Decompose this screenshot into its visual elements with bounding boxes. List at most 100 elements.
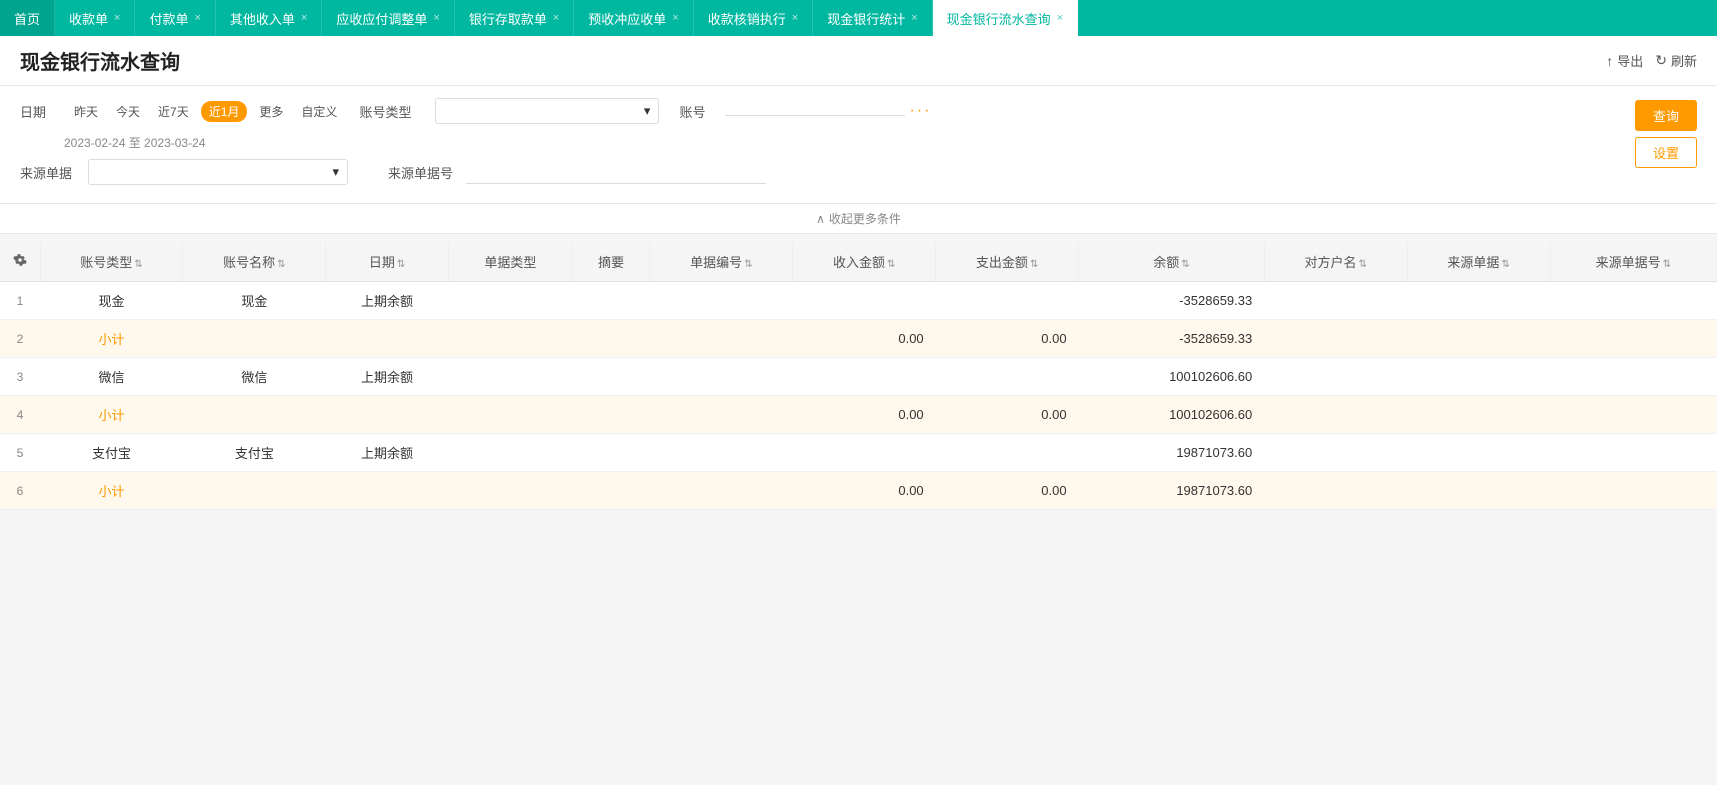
- cell-date: 上期余额: [326, 434, 448, 472]
- close-icon[interactable]: ×: [114, 12, 120, 24]
- col-source-doc-num[interactable]: 来源单据号⇅: [1550, 242, 1716, 282]
- nav-home[interactable]: 首页: [0, 0, 55, 36]
- nav-tab-其他收入单[interactable]: 其他收入单×: [216, 0, 322, 36]
- cell-expense: 0.00: [936, 320, 1079, 358]
- close-icon[interactable]: ×: [672, 12, 678, 24]
- cell-summary: [572, 396, 649, 434]
- col-settings[interactable]: [0, 242, 40, 282]
- date-yesterday[interactable]: 昨天: [68, 101, 104, 122]
- col-source-doc[interactable]: 来源单据⇅: [1407, 242, 1550, 282]
- date-today[interactable]: 今天: [110, 101, 146, 122]
- row-number: 5: [0, 434, 40, 472]
- cell-source-doc-num: [1550, 320, 1716, 358]
- nav-tab-付款单[interactable]: 付款单×: [135, 0, 215, 36]
- date-7days[interactable]: 近7天: [152, 101, 195, 122]
- source-doc-number-label: 来源单据号: [388, 163, 458, 182]
- cell-account-name: 现金: [183, 282, 326, 320]
- cell-income: [793, 358, 936, 396]
- nav-tab-银行存取款单[interactable]: 银行存取款单×: [455, 0, 574, 36]
- cell-counterpart: [1264, 358, 1407, 396]
- close-icon[interactable]: ×: [792, 12, 798, 24]
- nav-home-label: 首页: [14, 9, 40, 28]
- nav-tab-收款单[interactable]: 收款单×: [55, 0, 135, 36]
- nav-tab-应收应付调整单[interactable]: 应收应付调整单×: [322, 0, 454, 36]
- cell-expense: [936, 358, 1079, 396]
- account-type-label: 账号类型: [359, 102, 419, 121]
- close-icon[interactable]: ×: [433, 12, 439, 24]
- col-doc-number[interactable]: 单据编号⇅: [650, 242, 793, 282]
- account-input[interactable]: [725, 107, 905, 116]
- nav-tab-预收冲应收单[interactable]: 预收冲应收单×: [574, 0, 693, 36]
- collapse-label: 收起更多条件: [829, 210, 901, 227]
- cell-income: 0.00: [793, 396, 936, 434]
- table-header-row: 账号类型⇅ 账号名称⇅ 日期⇅ 单据类型 摘要 单据编号⇅ 收入金额⇅ 支出金额…: [0, 242, 1717, 282]
- cell-date: 上期余额: [326, 358, 448, 396]
- table-row: 5支付宝支付宝上期余额19871073.60: [0, 434, 1717, 472]
- cell-account-name: [183, 396, 326, 434]
- col-doc-type[interactable]: 单据类型: [448, 242, 572, 282]
- close-icon[interactable]: ×: [301, 12, 307, 24]
- cell-account-type: 现金: [40, 282, 183, 320]
- cell-doc-number: [650, 396, 793, 434]
- cell-summary: [572, 358, 649, 396]
- cell-balance: 100102606.60: [1079, 396, 1265, 434]
- cell-income: [793, 282, 936, 320]
- table-row: 1现金现金上期余额-3528659.33: [0, 282, 1717, 320]
- page-header: 现金银行流水查询 ↑ 导出 ↻ 刷新: [0, 36, 1717, 86]
- cell-balance: 19871073.60: [1079, 434, 1265, 472]
- col-expense[interactable]: 支出金额⇅: [936, 242, 1079, 282]
- settings-button[interactable]: 设置: [1635, 137, 1697, 168]
- cell-source-doc: [1407, 472, 1550, 510]
- cell-date: 上期余额: [326, 282, 448, 320]
- col-balance[interactable]: 余额⇅: [1079, 242, 1265, 282]
- cell-doc-number: [650, 434, 793, 472]
- chevron-down-icon: ▾: [332, 164, 339, 180]
- source-doc-number-input[interactable]: [466, 160, 766, 184]
- close-icon[interactable]: ×: [911, 12, 917, 24]
- row-number: 6: [0, 472, 40, 510]
- cell-account-type: 小计: [40, 472, 183, 510]
- cell-doc-type: [448, 396, 572, 434]
- refresh-button[interactable]: ↻ 刷新: [1655, 51, 1697, 70]
- source-doc-label: 来源单据: [20, 163, 80, 182]
- date-custom[interactable]: 自定义: [295, 101, 343, 122]
- date-more[interactable]: 更多: [253, 101, 289, 122]
- export-button[interactable]: ↑ 导出: [1606, 51, 1643, 70]
- cell-income: 0.00: [793, 472, 936, 510]
- cell-date: [326, 472, 448, 510]
- nav-tab-现金银行统计[interactable]: 现金银行统计×: [813, 0, 932, 36]
- collapse-up-icon: ∧: [816, 212, 825, 226]
- collapse-bar[interactable]: ∧ 收起更多条件: [0, 204, 1717, 234]
- close-icon[interactable]: ×: [553, 12, 559, 24]
- cell-account-type: 微信: [40, 358, 183, 396]
- cell-account-type: 小计: [40, 320, 183, 358]
- nav-tab-收款核销执行[interactable]: 收款核销执行×: [694, 0, 813, 36]
- col-account-type[interactable]: 账号类型⇅: [40, 242, 183, 282]
- cell-account-name: [183, 472, 326, 510]
- col-counterpart[interactable]: 对方户名⇅: [1264, 242, 1407, 282]
- source-doc-select[interactable]: ▾: [88, 159, 348, 185]
- cell-doc-type: [448, 472, 572, 510]
- action-buttons: 查询 设置: [1635, 98, 1697, 168]
- cell-income: [793, 434, 936, 472]
- cell-source-doc-num: [1550, 472, 1716, 510]
- account-more-button[interactable]: ···: [909, 102, 931, 120]
- cell-account-name: 微信: [183, 358, 326, 396]
- account-type-select[interactable]: ▾: [435, 98, 659, 124]
- col-account-name[interactable]: 账号名称⇅: [183, 242, 326, 282]
- close-icon[interactable]: ×: [1057, 12, 1063, 24]
- refresh-icon: ↻: [1655, 52, 1667, 69]
- data-table: 账号类型⇅ 账号名称⇅ 日期⇅ 单据类型 摘要 单据编号⇅ 收入金额⇅ 支出金额…: [0, 242, 1717, 510]
- close-icon[interactable]: ×: [194, 12, 200, 24]
- query-button[interactable]: 查询: [1635, 100, 1697, 131]
- col-income[interactable]: 收入金额⇅: [793, 242, 936, 282]
- col-summary[interactable]: 摘要: [572, 242, 649, 282]
- cell-doc-number: [650, 282, 793, 320]
- date-1month[interactable]: 近1月: [201, 101, 248, 122]
- nav-tab-现金银行流水查询[interactable]: 现金银行流水查询×: [933, 0, 1078, 36]
- col-date[interactable]: 日期⇅: [326, 242, 448, 282]
- filter-area: 日期 昨天 今天 近7天 近1月 更多 自定义 账号类型 ▾: [0, 86, 1717, 204]
- cell-account-type: 小计: [40, 396, 183, 434]
- cell-doc-type: [448, 434, 572, 472]
- refresh-label: 刷新: [1671, 51, 1697, 70]
